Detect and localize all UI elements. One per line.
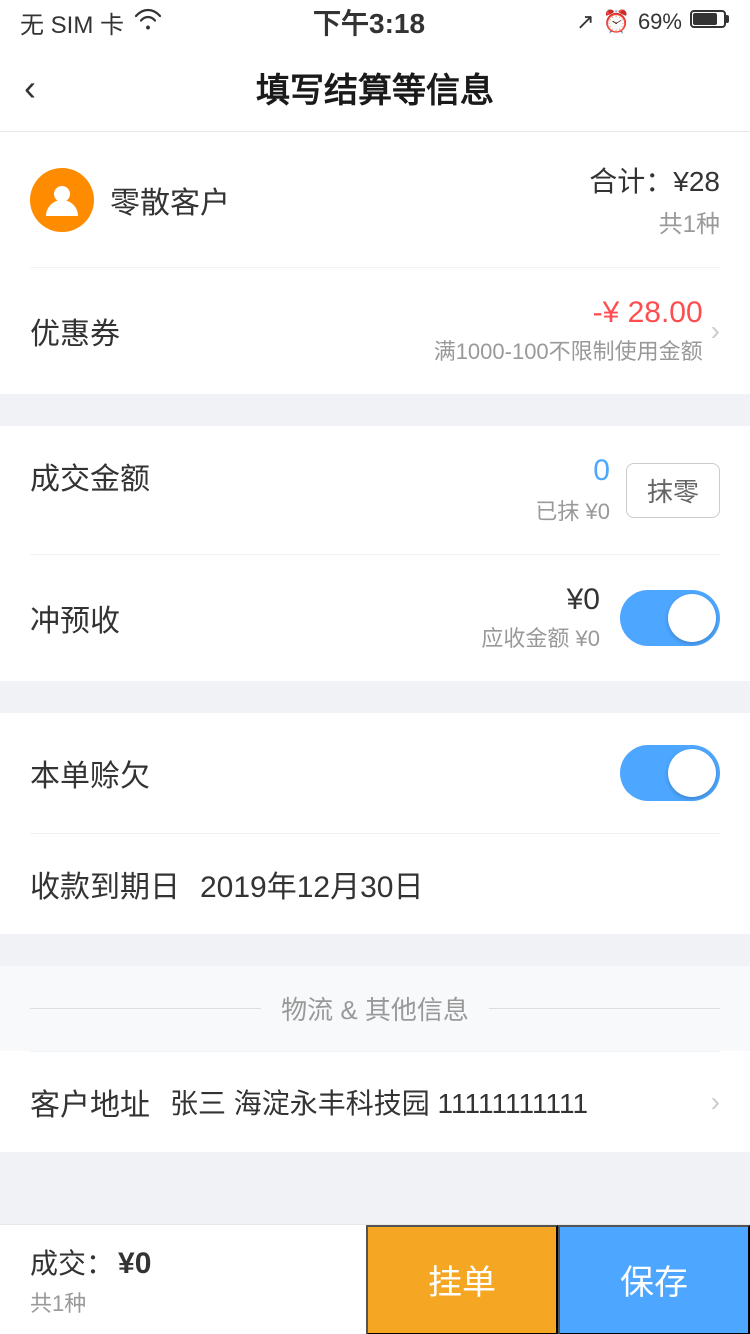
amount-row: 成交金额 0 已抹 ¥0 抹零	[0, 426, 750, 554]
nav-bar: ‹ 填写结算等信息	[0, 44, 750, 132]
prepay-values: ¥0 应收金额 ¥0	[481, 583, 600, 653]
transaction-section: 成交金额 0 已抹 ¥0 抹零 冲预收 ¥0 应收金额 ¥0	[0, 426, 750, 681]
debt-toggle[interactable]	[620, 745, 720, 801]
bottom-summary: 成交： ¥0 共1种	[0, 1242, 366, 1318]
customer-row: 零散客户 合计：¥28 共1种	[0, 132, 750, 267]
no-sim-label: 无 SIM 卡	[20, 5, 124, 40]
bottom-deal-label: 成交：	[30, 1242, 114, 1282]
prepay-toggle[interactable]	[620, 590, 720, 646]
transaction-deducted: 已抹 ¥0	[535, 494, 610, 526]
coupon-label: 优惠券	[30, 309, 120, 353]
bottom-deal-amount: ¥0	[118, 1247, 151, 1281]
coupon-right: -¥ 28.00 满1000-100不限制使用金额 ›	[434, 296, 720, 366]
section-divider-3	[0, 950, 750, 966]
status-left: 无 SIM 卡	[20, 5, 162, 40]
amount-right-wrap: 0 已抹 ¥0 抹零	[535, 454, 720, 526]
address-label: 客户地址	[30, 1080, 150, 1124]
coupon-row[interactable]: 优惠券 -¥ 28.00 满1000-100不限制使用金额 ›	[0, 268, 750, 394]
logistics-section: 物流 & 其他信息 客户地址 张三 海淀永丰科技园 11111111111 ›	[0, 966, 750, 1152]
total-amount: 合计：¥28	[589, 160, 720, 200]
location-icon: ↗	[576, 9, 594, 35]
status-bar: 无 SIM 卡 下午3:18 ↗ ⏰ 69%	[0, 0, 750, 44]
page-title: 填写结算等信息	[256, 63, 494, 112]
total-count: 共1种	[589, 204, 720, 239]
transaction-label: 成交金额	[30, 454, 150, 498]
prepay-row: 冲预收 ¥0 应收金额 ¥0	[0, 555, 750, 681]
address-row[interactable]: 客户地址 张三 海淀永丰科技园 11111111111 ›	[0, 1052, 750, 1152]
debt-toggle-circle	[668, 749, 716, 797]
customer-left: 零散客户	[30, 168, 230, 232]
debt-row: 本单赊欠	[0, 713, 750, 833]
coupon-desc: 满1000-100不限制使用金额	[434, 334, 703, 366]
customer-avatar	[30, 168, 94, 232]
bottom-bar: 成交： ¥0 共1种 挂单 保存	[0, 1224, 750, 1334]
address-chevron-icon: ›	[711, 1086, 720, 1118]
customer-section: 零散客户 合计：¥28 共1种 优惠券 -¥ 28.00 满1000-100不限…	[0, 132, 750, 394]
battery-icon	[690, 8, 730, 36]
status-right: ↗ ⏰ 69%	[576, 8, 730, 36]
debt-section: 本单赊欠 收款到期日 2019年12月30日	[0, 713, 750, 934]
due-date-label: 收款到期日	[30, 862, 180, 906]
wifi-icon	[134, 8, 162, 37]
round-zero-button[interactable]: 抹零	[626, 463, 720, 518]
logistics-header: 物流 & 其他信息	[0, 966, 750, 1051]
bottom-count: 共1种	[30, 1286, 336, 1318]
amount-values: 0 已抹 ¥0	[535, 454, 610, 526]
customer-name: 零散客户	[110, 178, 230, 222]
toggle-circle	[668, 594, 716, 642]
pending-button[interactable]: 挂单	[366, 1225, 558, 1334]
prepay-label: 冲预收	[30, 596, 120, 640]
address-value: 张三 海淀永丰科技园 11111111111	[170, 1082, 588, 1122]
coupon-chevron-icon: ›	[711, 315, 720, 347]
prepay-right: ¥0 应收金额 ¥0	[481, 583, 720, 653]
back-button[interactable]: ‹	[24, 67, 36, 109]
section-divider-1	[0, 410, 750, 426]
debt-label: 本单赊欠	[30, 751, 150, 795]
prepay-sub: 应收金额 ¥0	[481, 621, 600, 653]
date-row: 收款到期日 2019年12月30日	[0, 834, 750, 934]
bottom-deal-row: 成交： ¥0	[30, 1242, 336, 1282]
prepay-amount: ¥0	[481, 583, 600, 617]
address-left: 客户地址 张三 海淀永丰科技园 11111111111	[30, 1080, 588, 1124]
logistics-title: 物流 & 其他信息	[261, 990, 489, 1027]
coupon-right-content: -¥ 28.00 满1000-100不限制使用金额	[434, 296, 703, 366]
logistics-line-left	[30, 1008, 261, 1009]
transaction-value: 0	[535, 454, 610, 488]
logistics-line-right	[489, 1008, 720, 1009]
status-time: 下午3:18	[313, 2, 425, 42]
due-date-value: 2019年12月30日	[200, 862, 423, 906]
coupon-discount: -¥ 28.00	[434, 296, 703, 330]
customer-total: 合计：¥28 共1种	[589, 160, 720, 239]
save-button[interactable]: 保存	[558, 1225, 750, 1334]
section-divider-2	[0, 697, 750, 713]
alarm-icon: ⏰	[603, 9, 630, 35]
battery-percent: 69%	[638, 9, 682, 35]
